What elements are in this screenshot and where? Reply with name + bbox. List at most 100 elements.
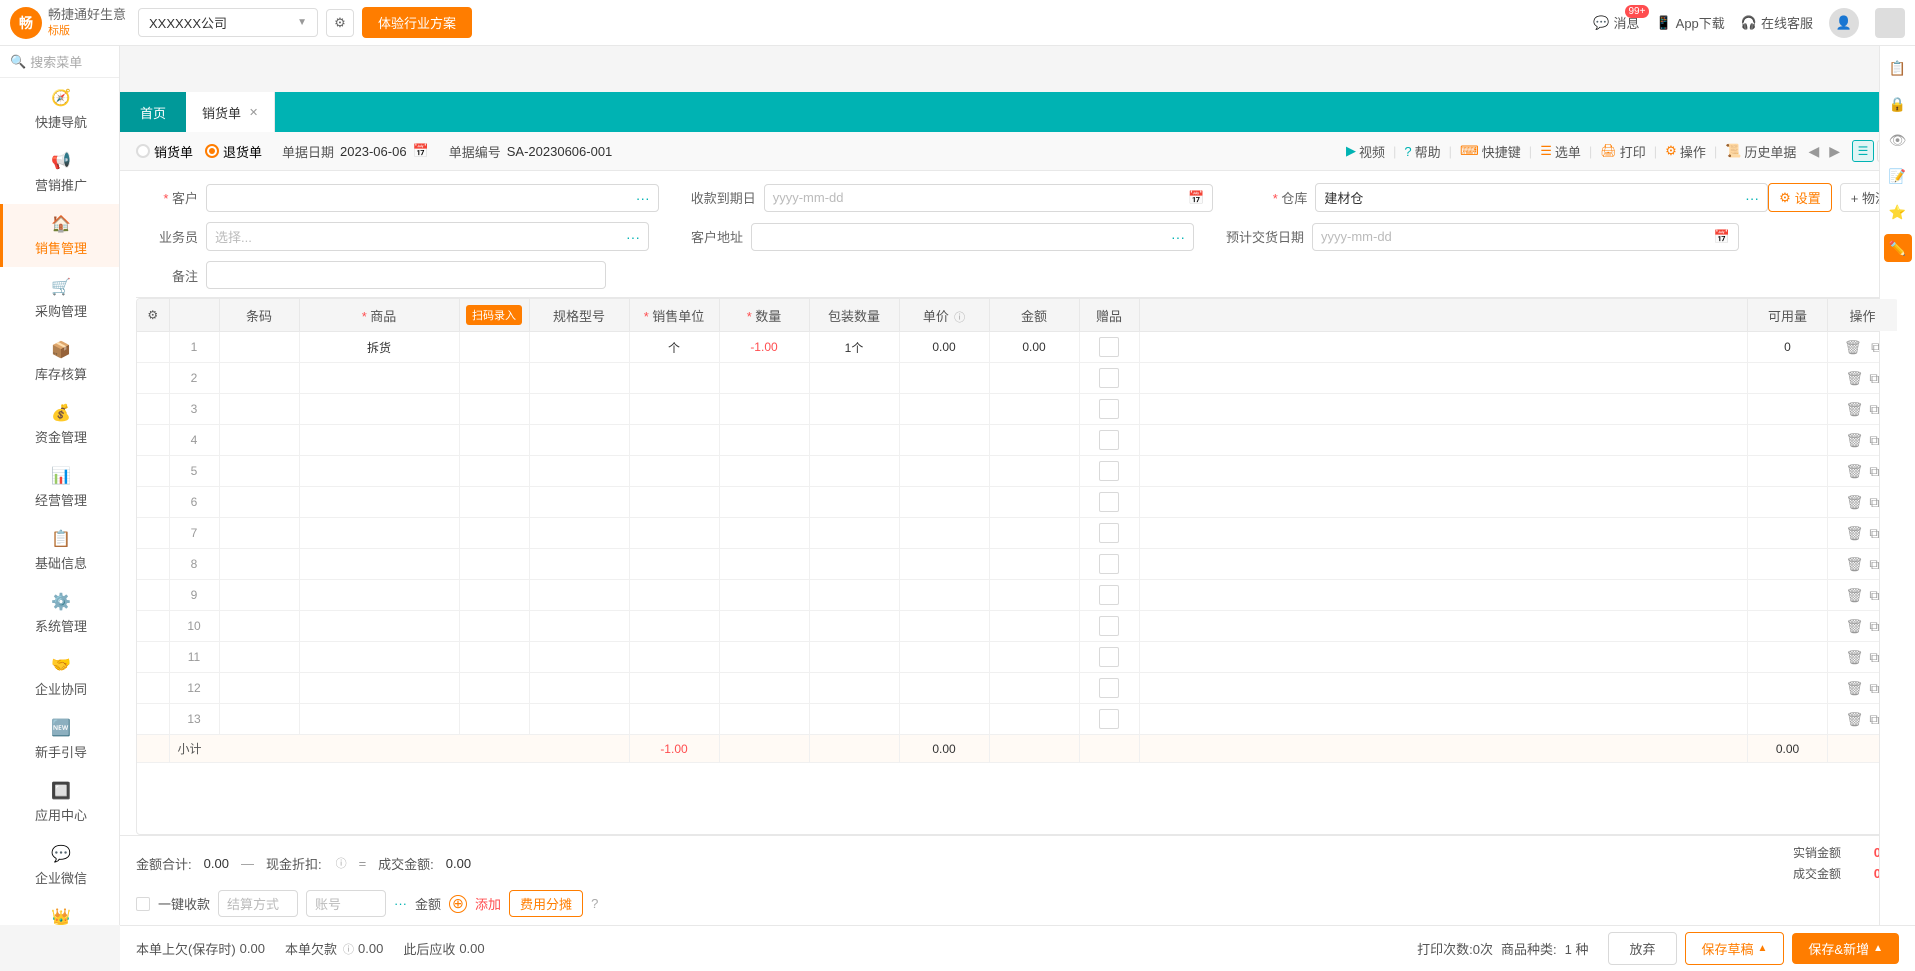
gift-checkbox[interactable]	[1099, 647, 1119, 667]
account-dots-icon[interactable]: ···	[394, 896, 407, 911]
gift-checkbox[interactable]	[1099, 709, 1119, 729]
gift-checkbox[interactable]	[1099, 678, 1119, 698]
gift-cell[interactable]	[1079, 363, 1139, 394]
trial-button[interactable]: 体验行业方案	[362, 7, 472, 38]
delete-icon[interactable]: 🗑	[1843, 587, 1867, 603]
salesperson-input[interactable]: 选择... ···	[206, 222, 649, 251]
gift-checkbox[interactable]	[1099, 337, 1119, 357]
delete-icon[interactable]: 🗑	[1843, 432, 1867, 448]
company-selector[interactable]: XXXXXX公司 ▼	[138, 8, 318, 37]
side-action-orange[interactable]: ✏️	[1884, 234, 1912, 262]
user-avatar-box[interactable]	[1875, 8, 1905, 38]
sidebar-item-purchase[interactable]: 🛒 采购管理	[0, 267, 119, 330]
gift-checkbox[interactable]	[1099, 368, 1119, 388]
sidebar-item-business[interactable]: 📊 经营管理	[0, 456, 119, 519]
account-input[interactable]: 账号	[306, 890, 386, 917]
pack-qty-cell[interactable]: 1个	[809, 332, 899, 363]
select-order-button[interactable]: ☰ 选单	[1540, 142, 1581, 161]
gift-checkbox[interactable]	[1099, 616, 1119, 636]
prev-arrow-icon[interactable]: ◀	[1804, 141, 1823, 162]
addr-dots-icon[interactable]: ···	[1171, 229, 1185, 245]
gift-checkbox[interactable]	[1099, 523, 1119, 543]
help-button[interactable]: ? 帮助	[1404, 142, 1440, 161]
side-action-edit[interactable]: 📝	[1884, 162, 1912, 190]
qty-cell[interactable]	[719, 363, 809, 394]
unit-cell[interactable]: 个	[629, 332, 719, 363]
warehouse-input[interactable]: 建材仓 ···	[1315, 183, 1768, 212]
add-button[interactable]: ⊕	[449, 895, 467, 913]
tab-home[interactable]: 首页	[120, 92, 186, 132]
amount-cell[interactable]: 0.00	[989, 332, 1079, 363]
print-button[interactable]: 🖨 打印	[1600, 142, 1646, 161]
tab-close-icon[interactable]: ✕	[249, 106, 258, 119]
delete-icon[interactable]: 🗑	[1843, 370, 1867, 386]
unit-price-cell[interactable]: 0.00	[899, 332, 989, 363]
online-support-button[interactable]: 🎧 在线客服	[1741, 13, 1813, 32]
one-click-payment-checkbox[interactable]	[136, 897, 150, 911]
col-settings[interactable]: ⚙	[137, 299, 169, 332]
app-download-button[interactable]: 📱 App下载	[1655, 13, 1724, 32]
calendar-icon[interactable]: 📅	[413, 143, 429, 159]
video-help-button[interactable]: ▶ 视频	[1346, 142, 1385, 161]
collection-calendar-icon[interactable]: 📅	[1188, 190, 1204, 206]
expected-calendar-icon[interactable]: 📅	[1714, 229, 1730, 245]
unit-cell[interactable]	[629, 363, 719, 394]
expected-date-input[interactable]: yyyy-mm-dd 📅	[1312, 223, 1739, 251]
delete-icon[interactable]: 🗑	[1843, 649, 1867, 665]
customer-input[interactable]: ···	[206, 184, 659, 212]
gift-checkbox[interactable]	[1099, 585, 1119, 605]
amount-cell[interactable]	[989, 363, 1079, 394]
gift-checkbox[interactable]	[1099, 554, 1119, 574]
sidebar-item-appstore[interactable]: 🔲 应用中心	[0, 771, 119, 834]
sidebar-item-cooperation[interactable]: 🤝 企业协同	[0, 645, 119, 708]
save-draft-caret-icon[interactable]: ▲	[1758, 943, 1768, 954]
save-new-caret-icon[interactable]: ▲	[1873, 943, 1883, 954]
product-cell[interactable]: 拆货	[299, 332, 459, 363]
tab-sales-order[interactable]: 销货单 ✕	[186, 92, 275, 132]
note-input[interactable]	[206, 261, 606, 289]
sidebar-item-quick-nav[interactable]: 🧭 快捷导航	[0, 78, 119, 141]
sidebar-item-system[interactable]: ⚙️ 系统管理	[0, 582, 119, 645]
sidebar-item-member[interactable]: 👑 畅会员	[0, 897, 119, 925]
search-menu-button[interactable]: 🔍 搜索菜单	[0, 46, 119, 78]
scan-button[interactable]: 扫码录入	[466, 305, 522, 325]
settings-gear-button[interactable]: ⚙	[326, 9, 354, 37]
sidebar-item-finance[interactable]: 💰 资金管理	[0, 393, 119, 456]
sidebar-item-sales[interactable]: 🏠 销售管理	[0, 204, 119, 267]
barcode-cell[interactable]	[219, 332, 299, 363]
sidebar-item-guide[interactable]: 🆕 新手引导	[0, 708, 119, 771]
expense-button[interactable]: 费用分摊	[509, 890, 583, 917]
list-view-button[interactable]: ☰	[1852, 140, 1874, 162]
delete-icon[interactable]: 🗑	[1843, 556, 1867, 572]
sidebar-item-basic[interactable]: 📋 基础信息	[0, 519, 119, 582]
product-cell[interactable]	[299, 363, 459, 394]
side-action-eye[interactable]: 👁	[1884, 126, 1912, 154]
delete-icon[interactable]: 🗑	[1843, 680, 1867, 696]
operate-button[interactable]: ⚙ 操作	[1665, 142, 1706, 161]
delete-icon[interactable]: 🗑	[1843, 618, 1867, 634]
warehouse-dots-icon[interactable]: ···	[1745, 190, 1759, 206]
side-action-doc[interactable]: 📋	[1884, 54, 1912, 82]
salesperson-dots-icon[interactable]: ···	[626, 229, 640, 245]
unit-price-cell[interactable]	[899, 363, 989, 394]
gift-checkbox[interactable]	[1099, 461, 1119, 481]
col-scan[interactable]: 扫码录入	[459, 299, 529, 332]
calc-method-select[interactable]: 结算方式	[218, 890, 298, 917]
save-draft-button[interactable]: 保存草稿 ▲	[1685, 932, 1785, 965]
spec-cell[interactable]	[529, 363, 629, 394]
history-button[interactable]: 📜 历史单据	[1725, 142, 1796, 161]
delete-icon[interactable]: 🗑	[1843, 494, 1867, 510]
sidebar-item-inventory[interactable]: 📦 库存核算	[0, 330, 119, 393]
settings-button[interactable]: ⚙ 设置	[1768, 183, 1832, 212]
sidebar-item-marketing[interactable]: 📢 营销推广	[0, 141, 119, 204]
shortcut-button[interactable]: ⌨ 快捷键	[1460, 142, 1521, 161]
gift-checkbox[interactable]	[1099, 430, 1119, 450]
delete-icon[interactable]: 🗑	[1843, 401, 1867, 417]
gift-checkbox[interactable]	[1099, 492, 1119, 512]
message-button[interactable]: 💬 消息 99+	[1593, 13, 1639, 32]
qty-cell[interactable]: -1.00	[719, 332, 809, 363]
delete-icon[interactable]: 🗑	[1843, 525, 1867, 541]
spec-cell[interactable]	[529, 332, 629, 363]
sidebar-item-wechat[interactable]: 💬 企业微信	[0, 834, 119, 897]
next-arrow-icon[interactable]: ▶	[1825, 141, 1844, 162]
